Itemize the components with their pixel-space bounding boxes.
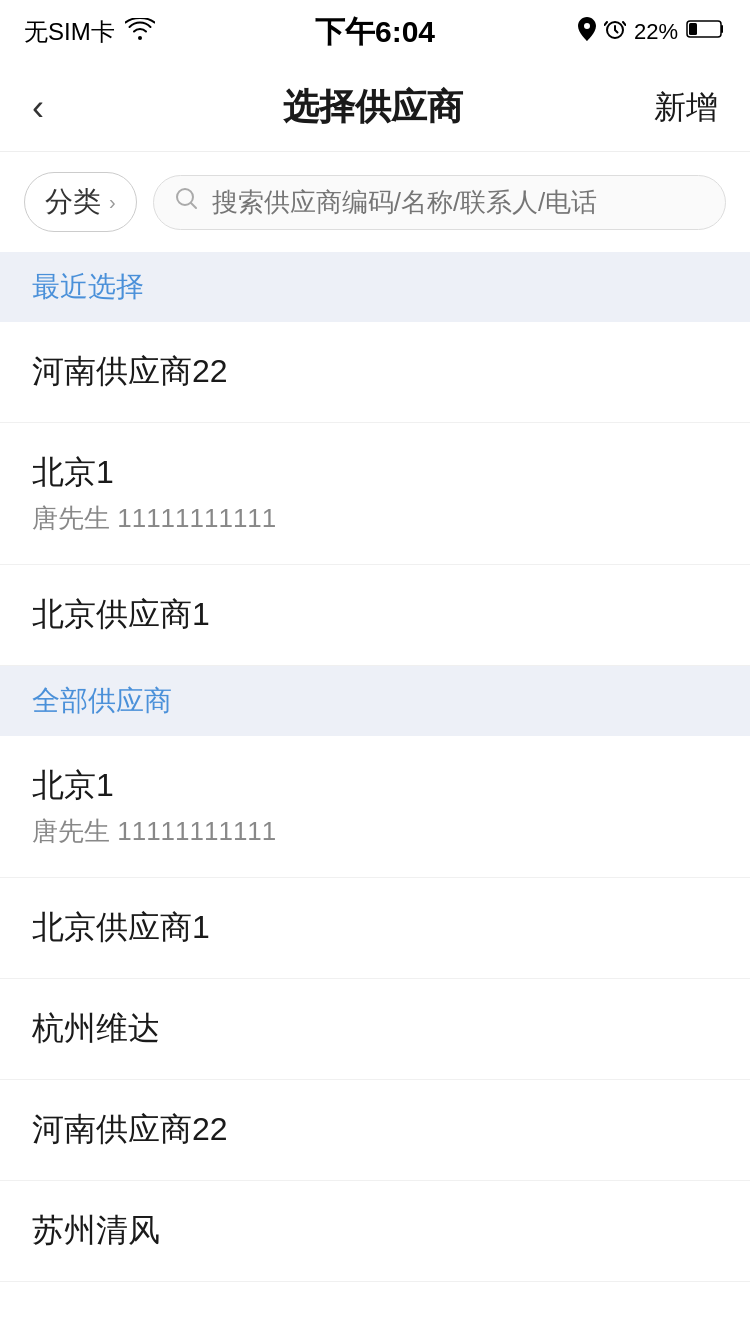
recent-list-item[interactable]: 北京供应商1 <box>0 565 750 666</box>
item-name: 北京1 <box>32 451 718 495</box>
location-icon <box>578 17 596 47</box>
item-name: 北京供应商1 <box>32 593 718 637</box>
status-left: 无SIM卡 <box>24 16 155 48</box>
search-icon <box>174 186 200 219</box>
recent-section-header: 最近选择 <box>0 252 750 322</box>
new-action-button[interactable]: 新增 <box>654 86 718 130</box>
item-name: 北京供应商1 <box>32 906 718 950</box>
item-name: 苏州清风 <box>32 1209 718 1253</box>
all-items-list: 北京1 唐先生 11111111111 北京供应商1 杭州维达河南供应商22 苏州清风 <box>0 736 750 1282</box>
all-section-header: 全部供应商 <box>0 666 750 736</box>
recent-section-label: 最近选择 <box>32 271 144 302</box>
recent-items-list: 河南供应商22 北京1 唐先生 11111111111 北京供应商1 <box>0 322 750 666</box>
recent-list-item[interactable]: 河南供应商22 <box>0 322 750 423</box>
battery-label: 22% <box>634 19 678 45</box>
back-button[interactable]: ‹ <box>32 87 92 129</box>
item-name: 北京1 <box>32 764 718 808</box>
item-sub: 唐先生 11111111111 <box>32 814 718 849</box>
recent-list-item[interactable]: 北京1 唐先生 11111111111 <box>0 423 750 565</box>
alarm-icon <box>604 18 626 46</box>
search-box[interactable] <box>153 175 726 230</box>
status-time: 下午6:04 <box>315 12 435 53</box>
carrier-label: 无SIM卡 <box>24 16 115 48</box>
filter-bar: 分类 › <box>0 152 750 252</box>
item-name: 河南供应商22 <box>32 350 718 394</box>
search-input[interactable] <box>212 187 705 218</box>
page-title: 选择供应商 <box>283 83 463 132</box>
category-label: 分类 <box>45 183 101 221</box>
all-list-item[interactable]: 杭州维达 <box>0 979 750 1080</box>
status-bar: 无SIM卡 下午6:04 22% <box>0 0 750 64</box>
all-list-item[interactable]: 北京供应商1 <box>0 878 750 979</box>
item-name: 河南供应商22 <box>32 1108 718 1152</box>
category-filter-button[interactable]: 分类 › <box>24 172 137 232</box>
all-list-item[interactable]: 河南供应商22 <box>0 1080 750 1181</box>
battery-icon <box>686 19 726 45</box>
all-list-item[interactable]: 北京1 唐先生 11111111111 <box>0 736 750 878</box>
all-section-label: 全部供应商 <box>32 685 172 716</box>
all-list-item[interactable]: 苏州清风 <box>0 1181 750 1282</box>
chevron-right-icon: › <box>109 191 116 214</box>
svg-rect-2 <box>689 23 697 35</box>
item-sub: 唐先生 11111111111 <box>32 501 718 536</box>
status-right: 22% <box>578 17 726 47</box>
nav-bar: ‹ 选择供应商 新增 <box>0 64 750 152</box>
item-name: 杭州维达 <box>32 1007 718 1051</box>
wifi-icon <box>125 18 155 46</box>
